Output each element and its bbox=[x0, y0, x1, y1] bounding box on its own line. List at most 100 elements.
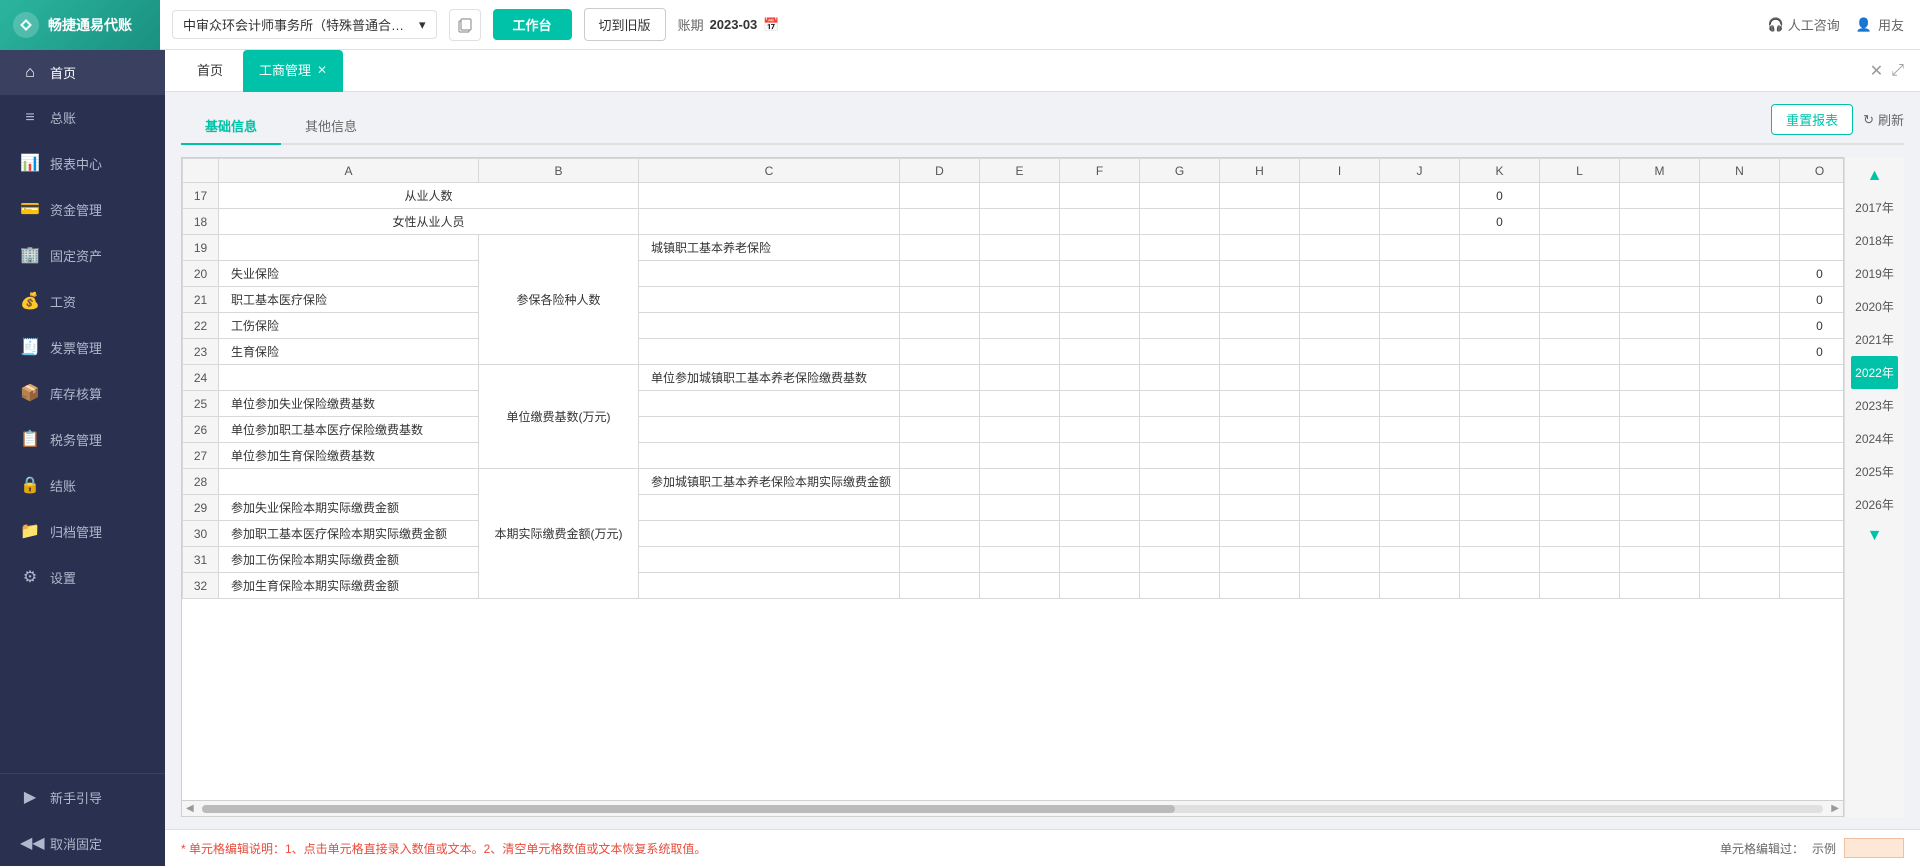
h-scroll-area[interactable]: ◀ ▶ bbox=[182, 800, 1843, 816]
cell-p-30[interactable] bbox=[1780, 521, 1843, 547]
cell-data-23-3[interactable] bbox=[1060, 339, 1140, 365]
cell-b-19[interactable]: 参保各险种人数 bbox=[479, 235, 639, 365]
tab-close-icon[interactable]: ✕ bbox=[317, 63, 327, 77]
cell-lo-27-3[interactable] bbox=[1700, 443, 1780, 469]
cell-data-26-1[interactable] bbox=[900, 417, 980, 443]
cell-k-18[interactable]: 0 bbox=[1460, 209, 1540, 235]
cell-data-27-1[interactable] bbox=[900, 443, 980, 469]
cell-data-17-6[interactable] bbox=[1380, 183, 1460, 209]
cell-data-31-4[interactable] bbox=[1140, 547, 1220, 573]
cell-data-22-0[interactable] bbox=[639, 313, 900, 339]
cell-k-24[interactable] bbox=[1460, 365, 1540, 391]
cell-c-32[interactable]: 参加生育保险本期实际缴费金额 bbox=[219, 573, 479, 599]
year-item[interactable]: 2021年 bbox=[1851, 323, 1898, 356]
cell-data-18-5[interactable] bbox=[1300, 209, 1380, 235]
cell-data-20-4[interactable] bbox=[1140, 261, 1220, 287]
sidebar-item-payroll[interactable]: 💰 工资 bbox=[0, 278, 165, 324]
cell-data-26-0[interactable] bbox=[639, 417, 900, 443]
cell-lo-25-1[interactable] bbox=[1540, 391, 1620, 417]
cell-data-32-2[interactable] bbox=[980, 573, 1060, 599]
cell-lo-23-2[interactable] bbox=[1620, 339, 1700, 365]
cell-lo-22-3[interactable] bbox=[1700, 313, 1780, 339]
cell-lo-17-2[interactable] bbox=[1700, 183, 1780, 209]
cell-data-29-6[interactable] bbox=[1300, 495, 1380, 521]
cell-lo-31-1[interactable] bbox=[1540, 547, 1620, 573]
cell-data-28-3[interactable] bbox=[1140, 469, 1220, 495]
cell-lo-31-2[interactable] bbox=[1620, 547, 1700, 573]
cell-data-23-5[interactable] bbox=[1220, 339, 1300, 365]
cell-p-23[interactable]: 0 bbox=[1780, 339, 1843, 365]
cell-lo-21-3[interactable] bbox=[1700, 287, 1780, 313]
cell-k-23[interactable] bbox=[1380, 339, 1460, 365]
cell-k-28[interactable] bbox=[1460, 469, 1540, 495]
cell-lo-27-2[interactable] bbox=[1620, 443, 1700, 469]
cell-data-22-1[interactable] bbox=[900, 313, 980, 339]
year-item[interactable]: 2018年 bbox=[1851, 224, 1898, 257]
cell-data-19-3[interactable] bbox=[1140, 235, 1220, 261]
cell-lo-27-1[interactable] bbox=[1540, 443, 1620, 469]
old-version-button[interactable]: 切到旧版 bbox=[584, 8, 666, 41]
cell-data-32-0[interactable] bbox=[639, 573, 900, 599]
cell-lo-19-2[interactable] bbox=[1700, 235, 1780, 261]
cell-data-17-0[interactable] bbox=[900, 183, 980, 209]
h-scroll-thumb[interactable] bbox=[202, 805, 1175, 813]
cell-a-17[interactable]: 从业人数 bbox=[219, 183, 639, 209]
cell-data-18-6[interactable] bbox=[1380, 209, 1460, 235]
cell-data-27-5[interactable] bbox=[1220, 443, 1300, 469]
cell-lo-23-3[interactable] bbox=[1700, 339, 1780, 365]
cell-data-17-1[interactable] bbox=[980, 183, 1060, 209]
cell-data-21-6[interactable] bbox=[1300, 287, 1380, 313]
cell-c-21[interactable]: 职工基本医疗保险 bbox=[219, 287, 479, 313]
cell-c-30[interactable]: 参加职工基本医疗保险本期实际缴费金额 bbox=[219, 521, 479, 547]
cell-lo-19-3[interactable] bbox=[1780, 235, 1843, 261]
cell-lo-30-2[interactable] bbox=[1620, 521, 1700, 547]
cell-lo-22-2[interactable] bbox=[1620, 313, 1700, 339]
cell-lo-29-1[interactable] bbox=[1540, 495, 1620, 521]
cell-data-19-6[interactable] bbox=[1380, 235, 1460, 261]
cell-data-25-6[interactable] bbox=[1300, 391, 1380, 417]
close-window-icon[interactable]: ✕ bbox=[1870, 61, 1883, 81]
cell-lo-17-3[interactable] bbox=[1780, 183, 1843, 209]
cell-data-30-6[interactable] bbox=[1300, 521, 1380, 547]
calendar-icon[interactable]: 📅 bbox=[763, 17, 779, 33]
cell-data-24-2[interactable] bbox=[1060, 365, 1140, 391]
cell-c-24[interactable]: 单位参加城镇职工基本养老保险缴费基数 bbox=[639, 365, 900, 391]
cell-lo-26-0[interactable] bbox=[1460, 417, 1540, 443]
cell-data-17-4[interactable] bbox=[1220, 183, 1300, 209]
cell-data-19-2[interactable] bbox=[1060, 235, 1140, 261]
cell-lo-18-0[interactable] bbox=[1540, 209, 1620, 235]
cell-data-27-0[interactable] bbox=[639, 443, 900, 469]
cell-data-20-5[interactable] bbox=[1220, 261, 1300, 287]
cell-lo-21-0[interactable] bbox=[1460, 287, 1540, 313]
h-scroll-track[interactable] bbox=[202, 805, 1824, 813]
cell-lo-29-2[interactable] bbox=[1620, 495, 1700, 521]
cell-lo-24-2[interactable] bbox=[1700, 365, 1780, 391]
maximize-icon[interactable]: ⤢ bbox=[1891, 62, 1904, 80]
sidebar-item-ledger[interactable]: ≡ 总账 bbox=[0, 95, 165, 140]
cell-p-27[interactable] bbox=[1780, 443, 1843, 469]
cell-lo-21-1[interactable] bbox=[1540, 287, 1620, 313]
cell-k-25[interactable] bbox=[1380, 391, 1460, 417]
workbench-button[interactable]: 工作台 bbox=[493, 9, 572, 40]
scroll-left-icon[interactable]: ◀ bbox=[182, 803, 198, 814]
cell-lo-32-0[interactable] bbox=[1460, 573, 1540, 599]
tab-business[interactable]: 工商管理 ✕ bbox=[243, 50, 343, 92]
cell-c-17[interactable] bbox=[639, 183, 900, 209]
cell-lo-17-0[interactable] bbox=[1540, 183, 1620, 209]
cell-lo-28-0[interactable] bbox=[1540, 469, 1620, 495]
cell-data-26-5[interactable] bbox=[1220, 417, 1300, 443]
sub-tab-other[interactable]: 其他信息 bbox=[281, 108, 381, 145]
cell-b-24[interactable]: 单位缴费基数(万元) bbox=[479, 365, 639, 469]
cell-lo-29-3[interactable] bbox=[1700, 495, 1780, 521]
cell-data-21-1[interactable] bbox=[900, 287, 980, 313]
cell-data-17-2[interactable] bbox=[1060, 183, 1140, 209]
cell-k-30[interactable] bbox=[1380, 521, 1460, 547]
cell-lo-21-2[interactable] bbox=[1620, 287, 1700, 313]
cell-c-22[interactable]: 工伤保险 bbox=[219, 313, 479, 339]
cell-k-22[interactable] bbox=[1380, 313, 1460, 339]
cell-data-24-4[interactable] bbox=[1220, 365, 1300, 391]
cell-data-27-6[interactable] bbox=[1300, 443, 1380, 469]
cell-p-25[interactable] bbox=[1780, 391, 1843, 417]
cell-data-20-2[interactable] bbox=[980, 261, 1060, 287]
cell-k-20[interactable] bbox=[1380, 261, 1460, 287]
